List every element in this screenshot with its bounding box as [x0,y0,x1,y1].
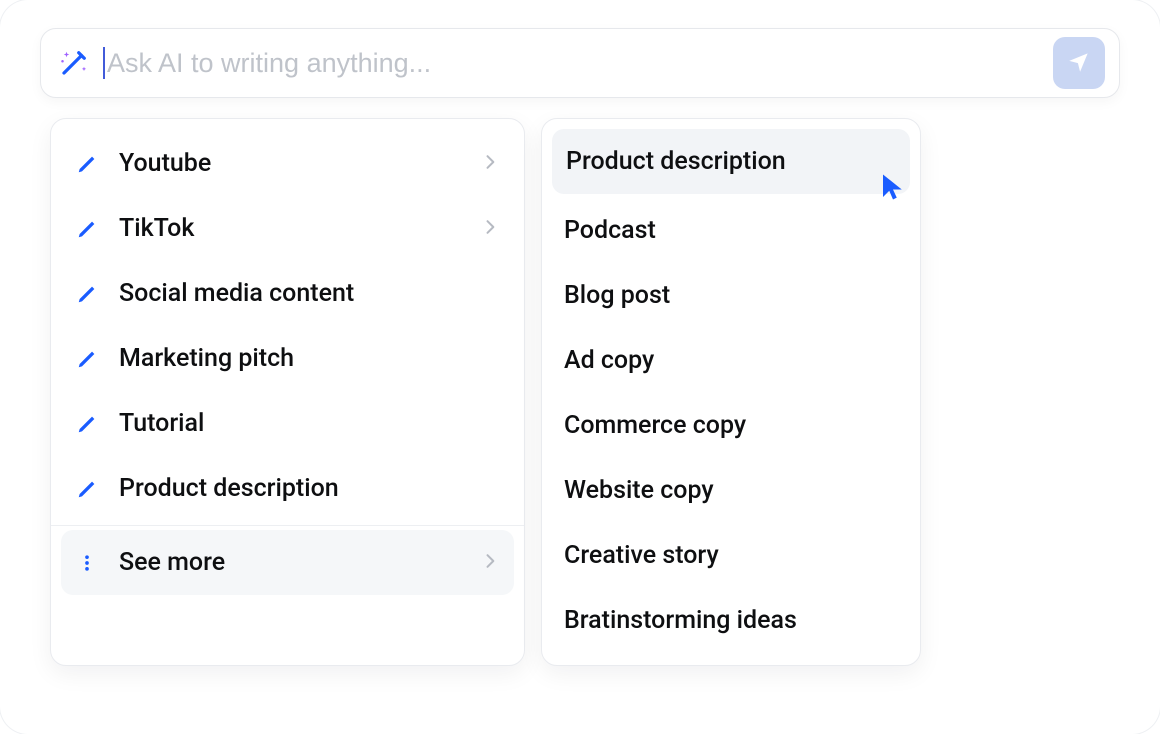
submenu-item-label: Podcast [564,216,656,245]
send-button[interactable] [1053,37,1105,89]
pencil-icon [75,347,99,371]
menu-item-label: Social media content [119,279,500,308]
submenu-item-blog-post[interactable]: Blog post [542,263,920,328]
pencil-icon [75,477,99,501]
menu-item-label: Tutorial [119,409,500,438]
menu-item-label: Marketing pitch [119,344,500,373]
menu-panels: Youtube TikTok Social media content [40,118,1120,666]
menu-item-tutorial[interactable]: Tutorial [51,391,524,456]
more-vertical-icon [75,551,99,575]
pencil-icon [75,152,99,176]
submenu-item-podcast[interactable]: Podcast [542,198,920,263]
menu-divider [51,525,524,526]
menu-item-product-description[interactable]: Product description [51,456,524,521]
submenu-item-label: Ad copy [564,346,654,375]
menu-item-label: TikTok [119,214,460,243]
menu-item-tiktok[interactable]: TikTok [51,196,524,261]
secondary-menu: Product description Podcast Blog post Ad… [541,118,921,666]
menu-item-label: Youtube [119,149,460,178]
ai-prompt-input[interactable] [107,48,1053,79]
chevron-right-icon [480,551,500,575]
menu-item-see-more[interactable]: See more [61,530,514,595]
submenu-item-label: Product description [566,147,786,176]
pencil-icon [75,412,99,436]
submenu-item-label: Creative story [564,541,719,570]
submenu-item-commerce-copy[interactable]: Commerce copy [542,393,920,458]
pencil-icon [75,217,99,241]
primary-menu: Youtube TikTok Social media content [50,118,525,666]
app-container: Youtube TikTok Social media content [0,0,1160,734]
menu-item-youtube[interactable]: Youtube [51,131,524,196]
menu-item-label: Product description [119,474,500,503]
magic-wand-icon [59,48,89,78]
submenu-item-label: Bratinstorming ideas [564,606,797,635]
submenu-item-label: Commerce copy [564,411,746,440]
ai-search-bar[interactable] [40,28,1120,98]
send-icon [1066,49,1092,78]
submenu-item-product-description[interactable]: Product description [552,129,910,194]
submenu-item-creative-story[interactable]: Creative story [542,523,920,588]
submenu-item-brainstorming[interactable]: Bratinstorming ideas [542,588,920,653]
pencil-icon [75,282,99,306]
menu-item-marketing-pitch[interactable]: Marketing pitch [51,326,524,391]
chevron-right-icon [480,217,500,241]
chevron-right-icon [480,152,500,176]
submenu-item-ad-copy[interactable]: Ad copy [542,328,920,393]
submenu-item-website-copy[interactable]: Website copy [542,458,920,523]
submenu-item-label: Blog post [564,281,670,310]
menu-item-label: See more [119,548,460,577]
text-cursor [103,47,105,79]
menu-item-social-media[interactable]: Social media content [51,261,524,326]
submenu-item-label: Website copy [564,476,714,505]
